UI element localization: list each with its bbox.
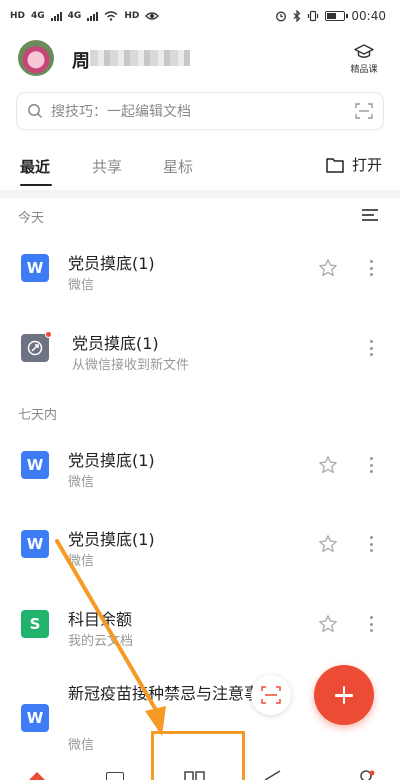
word-file-icon: W <box>21 530 49 558</box>
graduation-cap-icon <box>354 44 374 58</box>
list-item[interactable]: W 党员摸底(1) 微信 <box>0 514 400 578</box>
file-source: 从微信接收到新文件 <box>72 358 190 373</box>
bluetooth-icon <box>294 10 301 22</box>
section-week: 七天内 <box>18 408 58 423</box>
file-source: 微信 <box>68 738 95 753</box>
open-button[interactable]: 打开 <box>326 154 382 175</box>
search-placeholder: 搜技巧：一起编辑文档 <box>51 104 191 120</box>
network-label: 4G <box>31 11 45 21</box>
more-icon[interactable] <box>370 260 374 276</box>
file-name: 党员摸底(1) <box>68 451 155 470</box>
more-icon[interactable] <box>370 616 374 632</box>
list-item[interactable]: W 党员摸底(1) 微信 <box>0 238 400 302</box>
tab-shared[interactable]: 共享 <box>92 156 122 177</box>
tab-starred[interactable]: 星标 <box>163 156 193 177</box>
signal-icon <box>50 11 62 21</box>
star-icon[interactable] <box>318 614 338 634</box>
scan-icon <box>261 686 281 704</box>
section-divider <box>0 190 400 198</box>
search-bar[interactable]: 搜技巧：一起编辑文档 <box>17 93 383 129</box>
status-bar: HD 4G 4G HD 00:40 <box>0 0 400 32</box>
star-icon[interactable] <box>318 455 338 475</box>
file-name: 党员摸底(1) <box>72 334 159 353</box>
username-blurred <box>90 50 190 66</box>
file-source: 我的云文档 <box>68 634 134 649</box>
scan-icon[interactable] <box>355 103 373 119</box>
file-name: 党员摸底(1) <box>68 530 155 549</box>
more-icon[interactable] <box>370 340 374 356</box>
file-source: 微信 <box>68 475 95 490</box>
sheet-file-icon: S <box>21 610 49 638</box>
course-button[interactable]: 精品课 <box>346 44 382 75</box>
docs-icon[interactable] <box>106 772 124 780</box>
wifi-icon <box>104 11 118 21</box>
file-name: 党员摸底(1) <box>68 254 155 273</box>
word-file-icon: W <box>21 254 49 282</box>
folder-icon <box>326 157 344 173</box>
hd-label-2: HD <box>124 11 140 21</box>
file-name: 科目余额 <box>68 610 133 629</box>
file-source: 微信 <box>68 554 95 569</box>
status-right: 00:40 <box>275 9 386 23</box>
tab-indicator <box>20 184 52 186</box>
list-item[interactable]: 党员摸底(1) 从微信接收到新文件 <box>0 318 400 382</box>
sort-icon[interactable] <box>362 209 378 221</box>
more-icon[interactable] <box>370 457 374 473</box>
file-tabs: 最近 共享 星标 打开 <box>0 146 400 186</box>
username: 周 <box>72 51 90 72</box>
open-label: 打开 <box>351 156 382 174</box>
share-icon[interactable] <box>262 770 282 780</box>
star-icon[interactable] <box>318 534 338 554</box>
hd-label: HD <box>10 11 26 21</box>
signal-icon-2 <box>87 11 99 21</box>
alarm-icon <box>276 11 287 22</box>
list-item[interactable]: W 党员摸底(1) 微信 <box>0 435 400 499</box>
list-item[interactable]: S 科目余额 我的云文档 <box>0 594 400 658</box>
network-label-2: 4G <box>67 11 82 21</box>
search-icon <box>28 104 43 119</box>
battery-icon <box>325 11 349 21</box>
profile-icon[interactable] <box>356 768 376 780</box>
course-label: 精品课 <box>350 65 378 75</box>
tab-recent[interactable]: 最近 <box>20 156 50 177</box>
section-today: 今天 <box>18 211 45 226</box>
new-document-button[interactable] <box>314 665 374 725</box>
eye-icon <box>145 12 160 20</box>
annotation-highlight-box <box>151 731 245 780</box>
more-icon[interactable] <box>370 536 374 552</box>
scan-document-button[interactable] <box>251 675 291 715</box>
app-header: 周 精品课 <box>0 38 400 82</box>
home-icon[interactable] <box>27 770 47 780</box>
clock: 00:40 <box>351 9 386 23</box>
avatar[interactable] <box>18 40 54 76</box>
file-source: 微信 <box>68 278 95 293</box>
wechat-transfer-icon <box>21 331 52 362</box>
vibrate-icon <box>308 10 319 22</box>
status-left: HD 4G 4G HD <box>10 11 160 21</box>
word-file-icon: W <box>21 451 49 479</box>
word-file-icon: W <box>21 704 49 732</box>
new-dot <box>45 331 52 338</box>
star-icon[interactable] <box>318 258 338 278</box>
